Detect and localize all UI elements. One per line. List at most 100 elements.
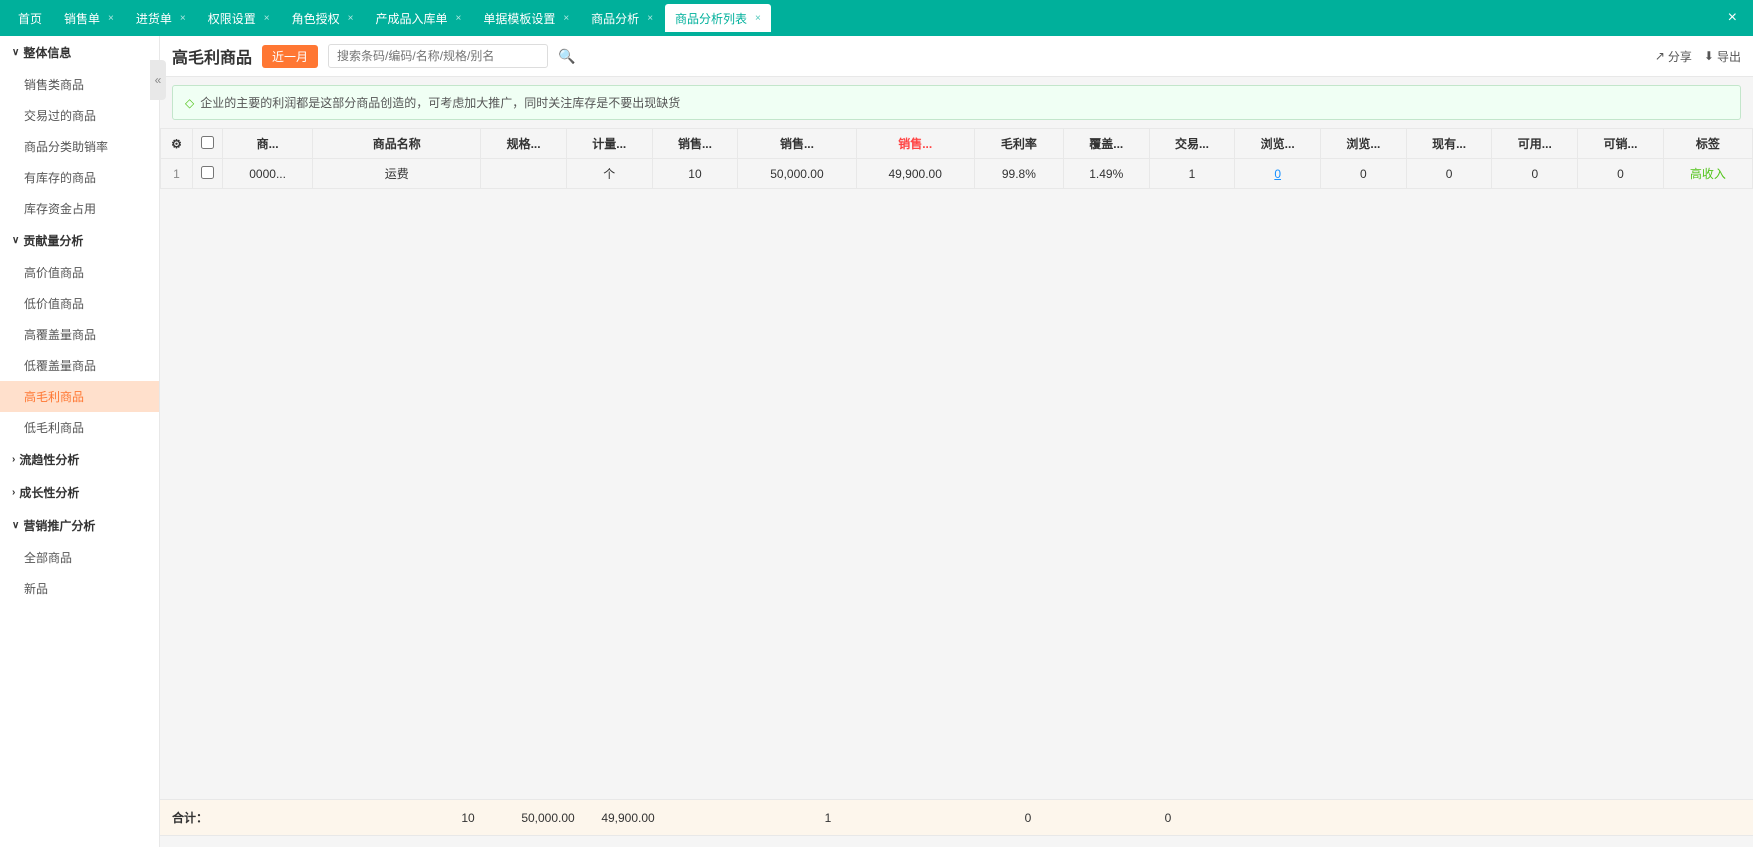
- col-views1[interactable]: 浏览...: [1235, 129, 1321, 159]
- nav-tab-finished-goods[interactable]: 产成品入库单 ×: [365, 4, 471, 32]
- sidebar-item-sales-goods[interactable]: 销售类商品: [0, 69, 159, 100]
- footer-sales-qty: [268, 811, 428, 825]
- col-tag[interactable]: 标签: [1663, 129, 1752, 159]
- sidebar-item-low-value[interactable]: 低价值商品: [0, 288, 159, 319]
- table-header-row: ⚙ 商... 商品名称 规格... 计量... 销售... 销售... 销售..…: [161, 129, 1753, 159]
- share-button[interactable]: ↗ 分享: [1655, 48, 1692, 65]
- sidebar-group-trend[interactable]: › 流趋性分析: [0, 443, 159, 476]
- chevron-down-icon: ∨: [12, 520, 19, 531]
- footer-current-stock-val: 0: [988, 811, 1068, 825]
- nav-tab-home[interactable]: 首页: [8, 4, 52, 32]
- row-views2: 0: [1321, 159, 1407, 189]
- chevron-down-icon: ∨: [12, 235, 19, 246]
- col-spec[interactable]: 规格...: [481, 129, 567, 159]
- sidebar-group-growth[interactable]: › 成长性分析: [0, 476, 159, 509]
- chevron-right-icon: ›: [12, 454, 15, 465]
- close-icon[interactable]: ×: [264, 13, 270, 24]
- nav-tab-purchase[interactable]: 进货单 ×: [126, 4, 196, 32]
- period-button[interactable]: 近一月: [262, 45, 318, 68]
- close-all-button[interactable]: ×: [1720, 9, 1745, 27]
- sidebar-item-all-goods[interactable]: 全部商品: [0, 542, 159, 573]
- footer-cells: 10 50,000.00 49,900.00 1 0: [268, 811, 1208, 825]
- footer-sales-amount-val: 50,000.00: [508, 811, 588, 825]
- col-available-stock[interactable]: 可用...: [1492, 129, 1578, 159]
- row-gross-rate: 99.8%: [974, 159, 1063, 189]
- close-icon[interactable]: ×: [108, 13, 114, 24]
- row-transaction: 1: [1149, 159, 1235, 189]
- col-checkbox[interactable]: [193, 129, 223, 159]
- row-spec: [481, 159, 567, 189]
- footer-sales-profit-val: 49,900.00: [588, 811, 668, 825]
- row-name: 运费: [313, 159, 481, 189]
- sidebar-group-contribution[interactable]: ∨ 贡献量分析: [0, 224, 159, 257]
- col-current-stock[interactable]: 现有...: [1406, 129, 1492, 159]
- data-table: ⚙ 商... 商品名称 规格... 计量... 销售... 销售... 销售..…: [160, 128, 1753, 189]
- nav-tab-analysis-list[interactable]: 商品分析列表 ×: [665, 4, 771, 32]
- nav-tab-sales[interactable]: 销售单 ×: [54, 4, 124, 32]
- main-layout: ∨ 整体信息 销售类商品 交易过的商品 商品分类助销率 有库存的商品 库存资金占…: [0, 36, 1753, 847]
- col-settings[interactable]: ⚙: [161, 129, 193, 159]
- row-coverage: 1.49%: [1063, 159, 1149, 189]
- row-available-stock: 0: [1492, 159, 1578, 189]
- sidebar-group-overall[interactable]: ∨ 整体信息: [0, 36, 159, 69]
- sidebar-item-high-margin[interactable]: 高毛利商品: [0, 381, 159, 412]
- info-icon: ◇: [185, 96, 194, 110]
- close-icon[interactable]: ×: [455, 13, 461, 24]
- sidebar-item-stock-capital[interactable]: 库存资金占用: [0, 193, 159, 224]
- sidebar-collapse-button[interactable]: «: [150, 60, 166, 100]
- footer-transaction-val: 1: [788, 811, 868, 825]
- footer-sales-qty-val: 10: [428, 811, 508, 825]
- close-icon[interactable]: ×: [180, 13, 186, 24]
- close-icon[interactable]: ×: [348, 13, 354, 24]
- chevron-down-icon: ∨: [12, 47, 19, 58]
- footer-spacer4: [928, 811, 988, 825]
- nav-tab-permissions[interactable]: 权限设置 ×: [198, 4, 280, 32]
- row-views1[interactable]: 0: [1235, 159, 1321, 189]
- nav-tab-template[interactable]: 单据模板设置 ×: [473, 4, 579, 32]
- search-button[interactable]: 🔍: [558, 48, 575, 65]
- sidebar-item-low-coverage[interactable]: 低覆盖量商品: [0, 350, 159, 381]
- row-tag: 高收入: [1663, 159, 1752, 189]
- content-area: 高毛利商品 近一月 🔍 ↗ 分享 ⬇ 导出 ◇ 企业的主要的利润都是这部分商品创…: [160, 36, 1753, 847]
- row-code: 0000...: [223, 159, 313, 189]
- col-sales-profit[interactable]: 销售...: [856, 129, 974, 159]
- select-all-checkbox[interactable]: [201, 136, 214, 149]
- sidebar-item-in-stock[interactable]: 有库存的商品: [0, 162, 159, 193]
- nav-tab-roles[interactable]: 角色授权 ×: [282, 4, 364, 32]
- header-actions: ↗ 分享 ⬇ 导出: [1655, 48, 1741, 65]
- col-views2[interactable]: 浏览...: [1321, 129, 1407, 159]
- col-sales-qty[interactable]: 销售...: [652, 129, 738, 159]
- col-unit[interactable]: 计量...: [566, 129, 652, 159]
- sidebar-item-low-margin[interactable]: 低毛利商品: [0, 412, 159, 443]
- col-gross-rate[interactable]: 毛利率: [974, 129, 1063, 159]
- col-name[interactable]: 商品名称: [313, 129, 481, 159]
- sidebar-item-high-value[interactable]: 高价值商品: [0, 257, 159, 288]
- col-coverage[interactable]: 覆盖...: [1063, 129, 1149, 159]
- sidebar-group-marketing[interactable]: ∨ 营销推广分析: [0, 509, 159, 542]
- sidebar-item-traded-goods[interactable]: 交易过的商品: [0, 100, 159, 131]
- info-banner: ◇ 企业的主要的利润都是这部分商品创造的，可考虑加大推广，同时关注库存是不要出现…: [172, 85, 1741, 120]
- sidebar-item-high-coverage[interactable]: 高覆盖量商品: [0, 319, 159, 350]
- close-icon[interactable]: ×: [647, 13, 653, 24]
- top-nav: 首页 销售单 × 进货单 × 权限设置 × 角色授权 × 产成品入库单 × 单据…: [0, 0, 1753, 36]
- close-icon[interactable]: ×: [563, 13, 569, 24]
- export-button[interactable]: ⬇ 导出: [1704, 48, 1741, 65]
- row-sales-amount: 50,000.00: [738, 159, 856, 189]
- nav-tab-analysis[interactable]: 商品分析 ×: [581, 4, 663, 32]
- row-checkbox[interactable]: [193, 159, 223, 189]
- footer-spacer1: [668, 811, 728, 825]
- export-icon: ⬇: [1704, 49, 1714, 63]
- col-code[interactable]: 商...: [223, 129, 313, 159]
- sidebar-item-new-goods[interactable]: 新品: [0, 573, 159, 604]
- table-container[interactable]: ⚙ 商... 商品名称 规格... 计量... 销售... 销售... 销售..…: [160, 128, 1753, 799]
- close-icon[interactable]: ×: [755, 13, 761, 24]
- col-sales-amount[interactable]: 销售...: [738, 129, 856, 159]
- search-input[interactable]: [328, 44, 548, 68]
- bottom-scroll[interactable]: [160, 835, 1753, 847]
- row-num: 1: [161, 159, 193, 189]
- col-transaction[interactable]: 交易...: [1149, 129, 1235, 159]
- footer-label: 合计：: [172, 809, 208, 826]
- footer-spacer3: [868, 811, 928, 825]
- sidebar-item-category-rate[interactable]: 商品分类助销率: [0, 131, 159, 162]
- col-saleable[interactable]: 可销...: [1578, 129, 1664, 159]
